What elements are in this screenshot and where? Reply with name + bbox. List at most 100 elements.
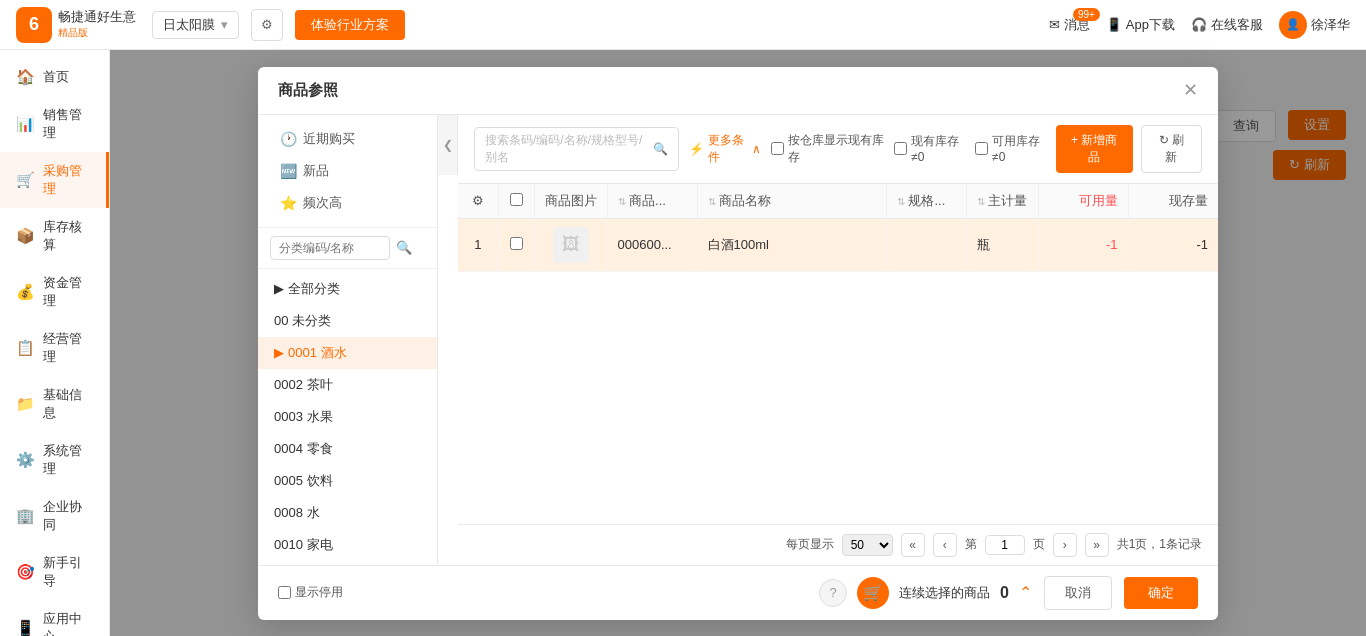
sidebar-item-management[interactable]: 📋 经营管理 (0, 320, 109, 376)
category-label-0003: 0003 水果 (274, 408, 333, 426)
category-item-0003[interactable]: 0003 水果 (258, 401, 437, 433)
col-header-settings[interactable]: ⚙ (458, 184, 498, 219)
expand-all-icon: ▶ (274, 281, 284, 296)
online-service-button[interactable]: 🎧 在线客服 (1191, 16, 1263, 34)
sidebar-item-sales[interactable]: 📊 销售管理 (0, 96, 109, 152)
logo-area: 6 畅捷通好生意 精品版 (16, 7, 136, 43)
trial-button[interactable]: 体验行业方案 (295, 10, 405, 40)
collapse-cart-icon[interactable]: ⌃ (1019, 583, 1032, 602)
collapse-panel-button[interactable]: ❮ (438, 115, 458, 175)
col-header-name[interactable]: ⇅ 商品名称 (697, 184, 886, 219)
filter-button[interactable]: ⚡ 更多条件 ∧ (689, 132, 761, 166)
last-page-button[interactable]: » (1085, 533, 1109, 557)
basic-icon: 📁 (16, 395, 35, 413)
nav-selector[interactable]: 日太阳膜 ▾ (152, 11, 239, 39)
cart-icon[interactable]: 🛒 (857, 577, 889, 609)
sort-spec-icon[interactable]: ⇅ (897, 196, 905, 207)
first-page-button[interactable]: « (901, 533, 925, 557)
available-stock-checkbox[interactable] (975, 142, 988, 155)
col-header-code[interactable]: ⇅ 商品... (607, 184, 697, 219)
category-item-00[interactable]: 00 未分类 (258, 305, 437, 337)
available-stock-filter[interactable]: 可用库存≠0 (975, 133, 1046, 164)
quick-tab-frequent-label: 频次高 (303, 194, 342, 212)
modal-overlay: 商品参照 ✕ 🕐 近期购买 (110, 50, 1366, 636)
prev-page-button[interactable]: ‹ (933, 533, 957, 557)
col-header-spec[interactable]: ⇅ 规格... (886, 184, 966, 219)
existing-stock-filter[interactable]: 现有库存≠0 (894, 133, 965, 164)
page-label: 第 (965, 536, 977, 553)
sidebar-item-finance[interactable]: 💰 资金管理 (0, 264, 109, 320)
select-all-checkbox[interactable] (510, 193, 523, 206)
sort-code-icon[interactable]: ⇅ (618, 196, 626, 207)
refresh-button[interactable]: ↻ 刷新 (1141, 125, 1202, 173)
category-item-0002[interactable]: 0002 茶叶 (258, 369, 437, 401)
show-disabled-checkbox-label[interactable]: 显示停用 (278, 584, 343, 601)
close-icon[interactable]: ✕ (1183, 81, 1198, 99)
sidebar-label-enterprise: 企业协同 (43, 498, 93, 534)
category-item-0010[interactable]: 0010 家电 (258, 529, 437, 561)
page-number-input[interactable] (985, 535, 1025, 555)
category-item-0004[interactable]: 0004 零食 (258, 433, 437, 465)
gear-button[interactable]: ⚙ (251, 9, 283, 41)
help-icon[interactable]: ? (819, 579, 847, 607)
search-placeholder-text: 搜索条码/编码/名称/规格型号/别名 (485, 132, 647, 166)
warehouse-checkbox[interactable] (771, 142, 784, 155)
modal-toolbar: 搜索条码/编码/名称/规格型号/别名 🔍 ⚡ 更多条件 ∧ 按仓库显示现有库存 (458, 115, 1218, 184)
add-product-button[interactable]: + 新增商品 (1056, 125, 1133, 173)
search-icon[interactable]: 🔍 (396, 240, 412, 255)
quick-tab-new[interactable]: 🆕 新品 (270, 155, 425, 187)
sort-name-icon[interactable]: ⇅ (708, 196, 716, 207)
sidebar-item-inventory[interactable]: 📦 库存核算 (0, 208, 109, 264)
product-search-field[interactable]: 搜索条码/编码/名称/规格型号/别名 🔍 (474, 127, 679, 171)
quick-tab-frequent[interactable]: ⭐ 频次高 (270, 187, 425, 219)
row-checkbox-cell[interactable] (498, 218, 534, 271)
col-header-unit[interactable]: ⇅ 主计量 (966, 184, 1038, 219)
category-label-00: 00 未分类 (274, 312, 331, 330)
cancel-button[interactable]: 取消 (1044, 576, 1112, 610)
row-checkbox[interactable] (510, 237, 523, 250)
app-download-button[interactable]: 📱 App下载 (1106, 16, 1175, 34)
col-header-checkbox[interactable] (498, 184, 534, 219)
table-row[interactable]: 1 🖼 (458, 218, 1218, 271)
quick-tab-recent-label: 近期购买 (303, 130, 355, 148)
sidebar-label-system: 系统管理 (43, 442, 93, 478)
logo-icon: 6 (16, 7, 52, 43)
messages-button[interactable]: ✉ 消息 99+ (1049, 16, 1090, 34)
confirm-button[interactable]: 确定 (1124, 577, 1198, 609)
quick-tab-recent[interactable]: 🕐 近期购买 (270, 123, 425, 155)
purchase-icon: 🛒 (16, 171, 35, 189)
modal-left-wrapper: 🕐 近期购买 🆕 新品 ⭐ 频次高 (258, 115, 458, 565)
category-item-all[interactable]: ▶ 全部分类 (258, 273, 437, 305)
row-spec-cell (886, 218, 966, 271)
category-label-all: 全部分类 (288, 280, 340, 298)
sort-unit-icon[interactable]: ⇅ (977, 196, 985, 207)
category-label-0010: 0010 家电 (274, 536, 333, 554)
sidebar-label-purchase: 采购管理 (43, 162, 90, 198)
sidebar-item-basic[interactable]: 📁 基础信息 (0, 376, 109, 432)
category-item-0008[interactable]: 0008 水 (258, 497, 437, 529)
sidebar-item-purchase[interactable]: 🛒 采购管理 (0, 152, 109, 208)
cart-area: ? 🛒 连续选择的商品 0 ⌃ (819, 577, 1032, 609)
sidebar-item-home[interactable]: 🏠 首页 (0, 58, 109, 96)
warehouse-filter[interactable]: 按仓库显示现有库存 (771, 132, 884, 166)
row-name-cell: 白酒100ml (697, 218, 886, 271)
toolbar-right: + 新增商品 ↻ 刷新 (1056, 125, 1202, 173)
existing-stock-checkbox[interactable] (894, 142, 907, 155)
sidebar-label-home: 首页 (43, 68, 69, 86)
sidebar-item-enterprise[interactable]: 🏢 企业协同 (0, 488, 109, 544)
sidebar-item-system[interactable]: ⚙️ 系统管理 (0, 432, 109, 488)
image-icon: 🖼 (562, 234, 580, 255)
per-page-select[interactable]: 50 100 (842, 534, 893, 556)
next-page-button[interactable]: › (1053, 533, 1077, 557)
category-item-0005[interactable]: 0005 饮料 (258, 465, 437, 497)
user-menu[interactable]: 👤 徐泽华 (1279, 11, 1350, 39)
chevron-up-icon: ∧ (752, 142, 761, 156)
sidebar-item-apps[interactable]: 📱 应用中心 (0, 600, 109, 636)
show-disabled-checkbox[interactable] (278, 586, 291, 599)
category-search-input[interactable] (270, 236, 390, 260)
category-item-0001[interactable]: ▶ 0001 酒水 (258, 337, 437, 369)
show-disabled-label: 显示停用 (295, 584, 343, 601)
sidebar-item-guide[interactable]: 🎯 新手引导 (0, 544, 109, 600)
search-submit-icon[interactable]: 🔍 (653, 142, 668, 156)
top-nav: 6 畅捷通好生意 精品版 日太阳膜 ▾ ⚙ 体验行业方案 ✉ 消息 99+ 📱 … (0, 0, 1366, 50)
